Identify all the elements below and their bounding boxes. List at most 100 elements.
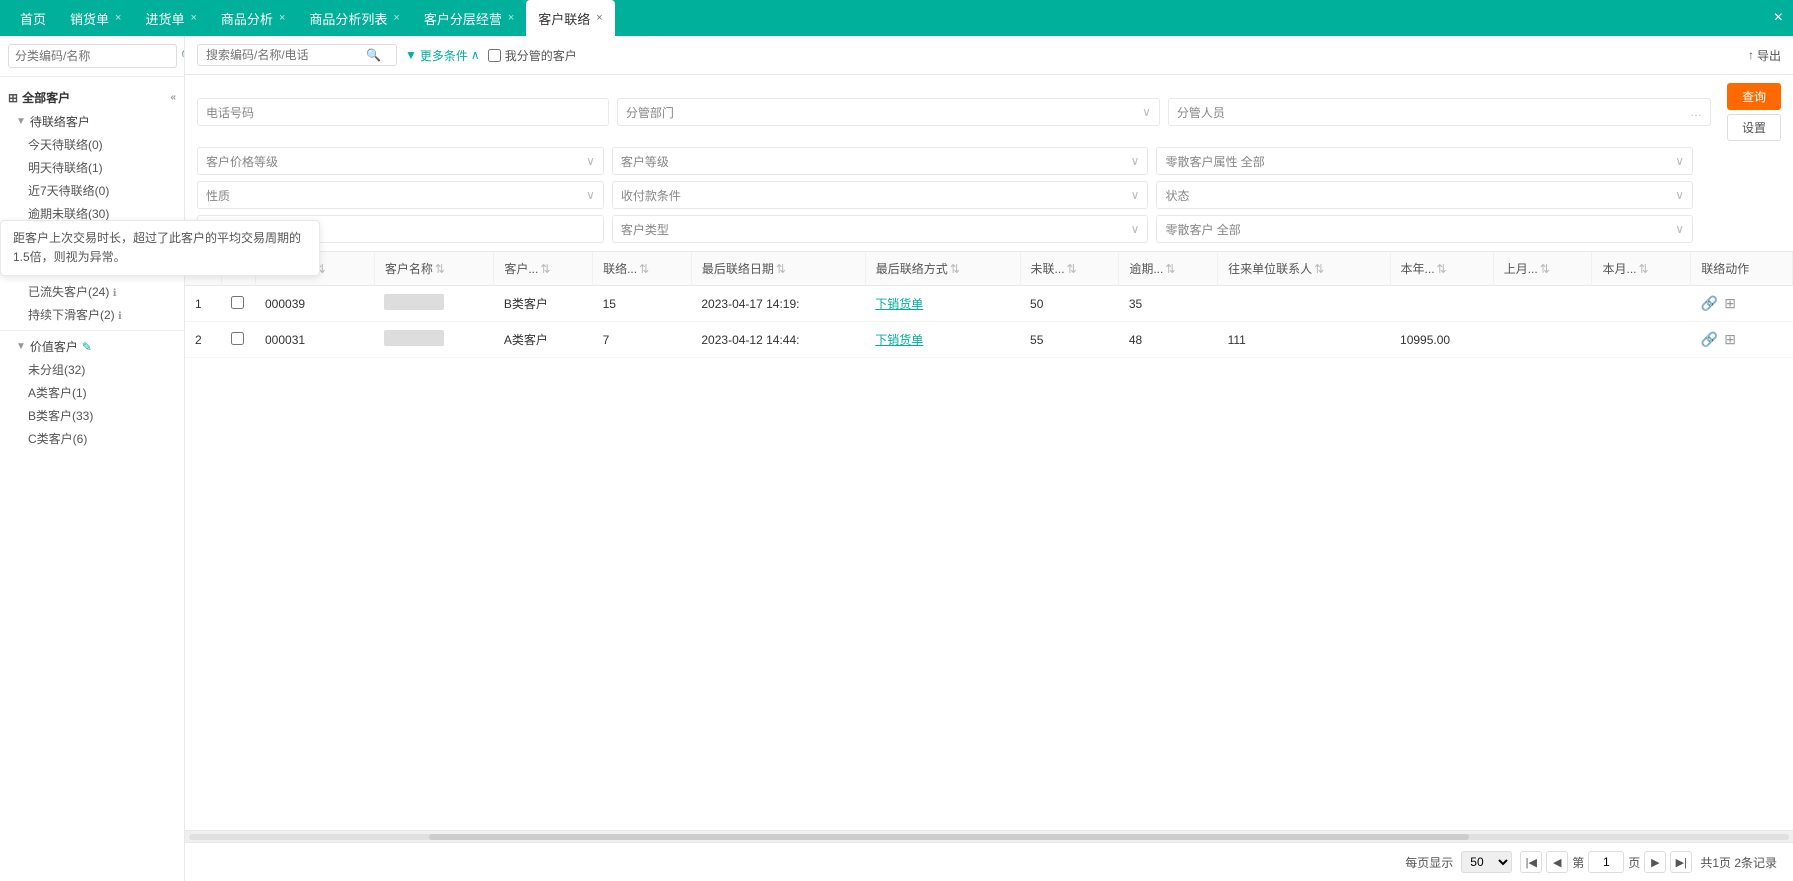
close-product-analysis-list-icon[interactable]: × (393, 12, 399, 24)
close-all-tabs-icon[interactable]: × (1774, 9, 1783, 27)
collapse-icon[interactable]: « (170, 92, 176, 103)
cell-this-year (1390, 286, 1493, 322)
col-last-month[interactable]: 上月...⇅ (1493, 252, 1592, 286)
sidebar-all-customers[interactable]: ⊞ 全部客户 « (0, 85, 184, 110)
last-page-btn[interactable]: ▶| (1670, 851, 1692, 873)
next-page-btn[interactable]: ▶ (1644, 851, 1666, 873)
page-label: 第 (1572, 854, 1584, 871)
col-this-month[interactable]: 本月...⇅ (1592, 252, 1691, 286)
filter-scattered-customer[interactable]: 零散客户 全部 ∨ (1156, 215, 1693, 243)
cell-checkbox[interactable] (221, 322, 255, 358)
sidebar-item-c-class[interactable]: C类客户(6) (0, 427, 184, 450)
export-btn[interactable]: ↑ 导出 (1748, 47, 1781, 64)
filter-scattered-attr[interactable]: 零散客户属性 全部 ∨ (1156, 147, 1693, 175)
filter-nature[interactable]: 性质 ∨ (197, 181, 604, 209)
row-checkbox[interactable] (231, 296, 244, 309)
col-last-date[interactable]: 最后联络日期⇅ (691, 252, 865, 286)
filter-phone[interactable]: 电话号码 (197, 98, 609, 126)
query-button[interactable]: 查询 (1727, 83, 1781, 110)
action-link-icon[interactable]: 🔗 (1701, 295, 1718, 312)
search-input[interactable] (206, 48, 366, 62)
cell-name (374, 322, 493, 358)
nav-product-analysis-list[interactable]: 商品分析列表 × (297, 0, 411, 36)
sort-type-icon: ⇅ (540, 262, 550, 276)
action-link-icon[interactable]: 🔗 (1701, 331, 1718, 348)
nav-home[interactable]: 首页 (8, 0, 58, 36)
row-checkbox[interactable] (231, 332, 244, 345)
filter-customer-type[interactable]: 客户类型 ∨ (612, 215, 1149, 243)
first-page-btn[interactable]: |◀ (1520, 851, 1542, 873)
scroll-thumb[interactable] (429, 834, 1469, 840)
export-icon: ↑ (1748, 48, 1754, 62)
nav-sales-order[interactable]: 销货单 × (58, 0, 133, 36)
sidebar-group-waiting[interactable]: ▼ 待联络客户 (0, 110, 184, 133)
more-icon[interactable]: … (1690, 105, 1702, 119)
col-type[interactable]: 客户...⇅ (494, 252, 593, 286)
cell-actions: 🔗 ⊞ (1691, 322, 1793, 358)
close-purchase-order-icon[interactable]: × (190, 12, 196, 24)
col-last-method[interactable]: 最后联络方式⇅ (865, 252, 1020, 286)
search-bar: 🔍 ▼ 更多条件 ∧ 我分管的客户 ↑ 导出 (185, 36, 1793, 75)
sidebar-item-ungrouped[interactable]: 未分组(32) (0, 358, 184, 381)
cell-overdue: 35 (1119, 286, 1218, 322)
col-no-contact[interactable]: 未联...⇅ (1020, 252, 1119, 286)
sort-method-icon: ⇅ (950, 262, 960, 276)
action-grid-icon[interactable]: ⊞ (1724, 295, 1736, 312)
close-customer-contact-icon[interactable]: × (596, 12, 602, 24)
col-name[interactable]: 客户名称⇅ (374, 252, 493, 286)
filter-icon: ▼ (405, 48, 417, 62)
sidebar: 🔍 ⊞ 全部客户 « ▼ 待联络客户 今天待联络(0) 明天待联络(1) 近7天… (0, 36, 185, 881)
page-input[interactable] (1588, 851, 1624, 873)
filter-payment-terms[interactable]: 收付款条件 ∨ (612, 181, 1149, 209)
sidebar-item-declining[interactable]: 持续下滑客户(2) ℹ (0, 303, 184, 326)
sidebar-item-a-class[interactable]: A类客户(1) (0, 381, 184, 404)
settings-button[interactable]: 设置 (1727, 114, 1781, 141)
filter-customer-level[interactable]: 客户等级 ∨ (612, 147, 1149, 175)
filter-section: 电话号码 分管部门 ∨ 分管人员 … 查询 设置 (185, 75, 1793, 252)
nav-purchase-order[interactable]: 进货单 × (133, 0, 208, 36)
table-row: 2 000031 A类客户 7 2023-04-12 14:44: 下销货单 5… (185, 322, 1793, 358)
filter-dept[interactable]: 分管部门 ∨ (617, 98, 1160, 126)
sidebar-item-tomorrow[interactable]: 明天待联络(1) (0, 156, 184, 179)
chevron-up-icon: ∧ (471, 48, 480, 62)
nav-customer-tier[interactable]: 客户分层经营 × (412, 0, 526, 36)
action-grid-icon[interactable]: ⊞ (1724, 331, 1736, 348)
cell-last-month (1493, 286, 1592, 322)
cell-this-year: 10995.00 (1390, 322, 1493, 358)
per-page-select[interactable]: 20 50 100 (1461, 851, 1512, 873)
close-customer-tier-icon[interactable]: × (508, 12, 514, 24)
sidebar-item-churned[interactable]: 已流失客户(24) ℹ (0, 280, 184, 303)
my-customer-checkbox[interactable] (488, 49, 501, 62)
col-contact-person[interactable]: 往来单位联系人⇅ (1218, 252, 1390, 286)
cell-overdue: 48 (1119, 322, 1218, 358)
top-nav: 首页 销货单 × 进货单 × 商品分析 × 商品分析列表 × 客户分层经营 × … (0, 0, 1793, 36)
cell-no-contact: 55 (1020, 322, 1119, 358)
filter-price-level[interactable]: 客户价格等级 ∨ (197, 147, 604, 175)
prev-page-btn[interactable]: ◀ (1546, 851, 1568, 873)
sidebar-value-customers[interactable]: ▼ 价值客户 ✎ (0, 335, 184, 358)
sidebar-item-7days[interactable]: 近7天待联络(0) (0, 179, 184, 202)
col-contact-count[interactable]: 联络...⇅ (593, 252, 692, 286)
nav-customer-contact[interactable]: 客户联络 × (526, 0, 614, 36)
filter-status[interactable]: 状态 ∨ (1156, 181, 1693, 209)
chevron-down-icon7: ∨ (1675, 188, 1684, 202)
sort-name-icon: ⇅ (435, 262, 445, 276)
close-sales-order-icon[interactable]: × (115, 12, 121, 24)
col-this-year[interactable]: 本年...⇅ (1390, 252, 1493, 286)
sidebar-item-today[interactable]: 今天待联络(0) (0, 133, 184, 156)
edit-icon[interactable]: ✎ (82, 340, 92, 354)
more-filters-btn[interactable]: ▼ 更多条件 ∧ (405, 47, 480, 64)
filter-person[interactable]: 分管人员 … (1168, 98, 1711, 126)
search-icon[interactable]: 🔍 (366, 48, 381, 62)
cell-last-method[interactable]: 下销货单 (865, 322, 1020, 358)
close-product-analysis-icon[interactable]: × (279, 12, 285, 24)
col-overdue[interactable]: 逾期...⇅ (1119, 252, 1218, 286)
cell-code: 000039 (255, 286, 374, 322)
cell-checkbox[interactable] (221, 286, 255, 322)
cell-last-method[interactable]: 下销货单 (865, 286, 1020, 322)
sidebar-item-b-class[interactable]: B类客户(33) (0, 404, 184, 427)
nav-product-analysis[interactable]: 商品分析 × (209, 0, 297, 36)
sidebar-search-input[interactable] (8, 44, 177, 68)
horizontal-scrollbar[interactable] (185, 830, 1793, 842)
cell-contact-count: 15 (593, 286, 692, 322)
